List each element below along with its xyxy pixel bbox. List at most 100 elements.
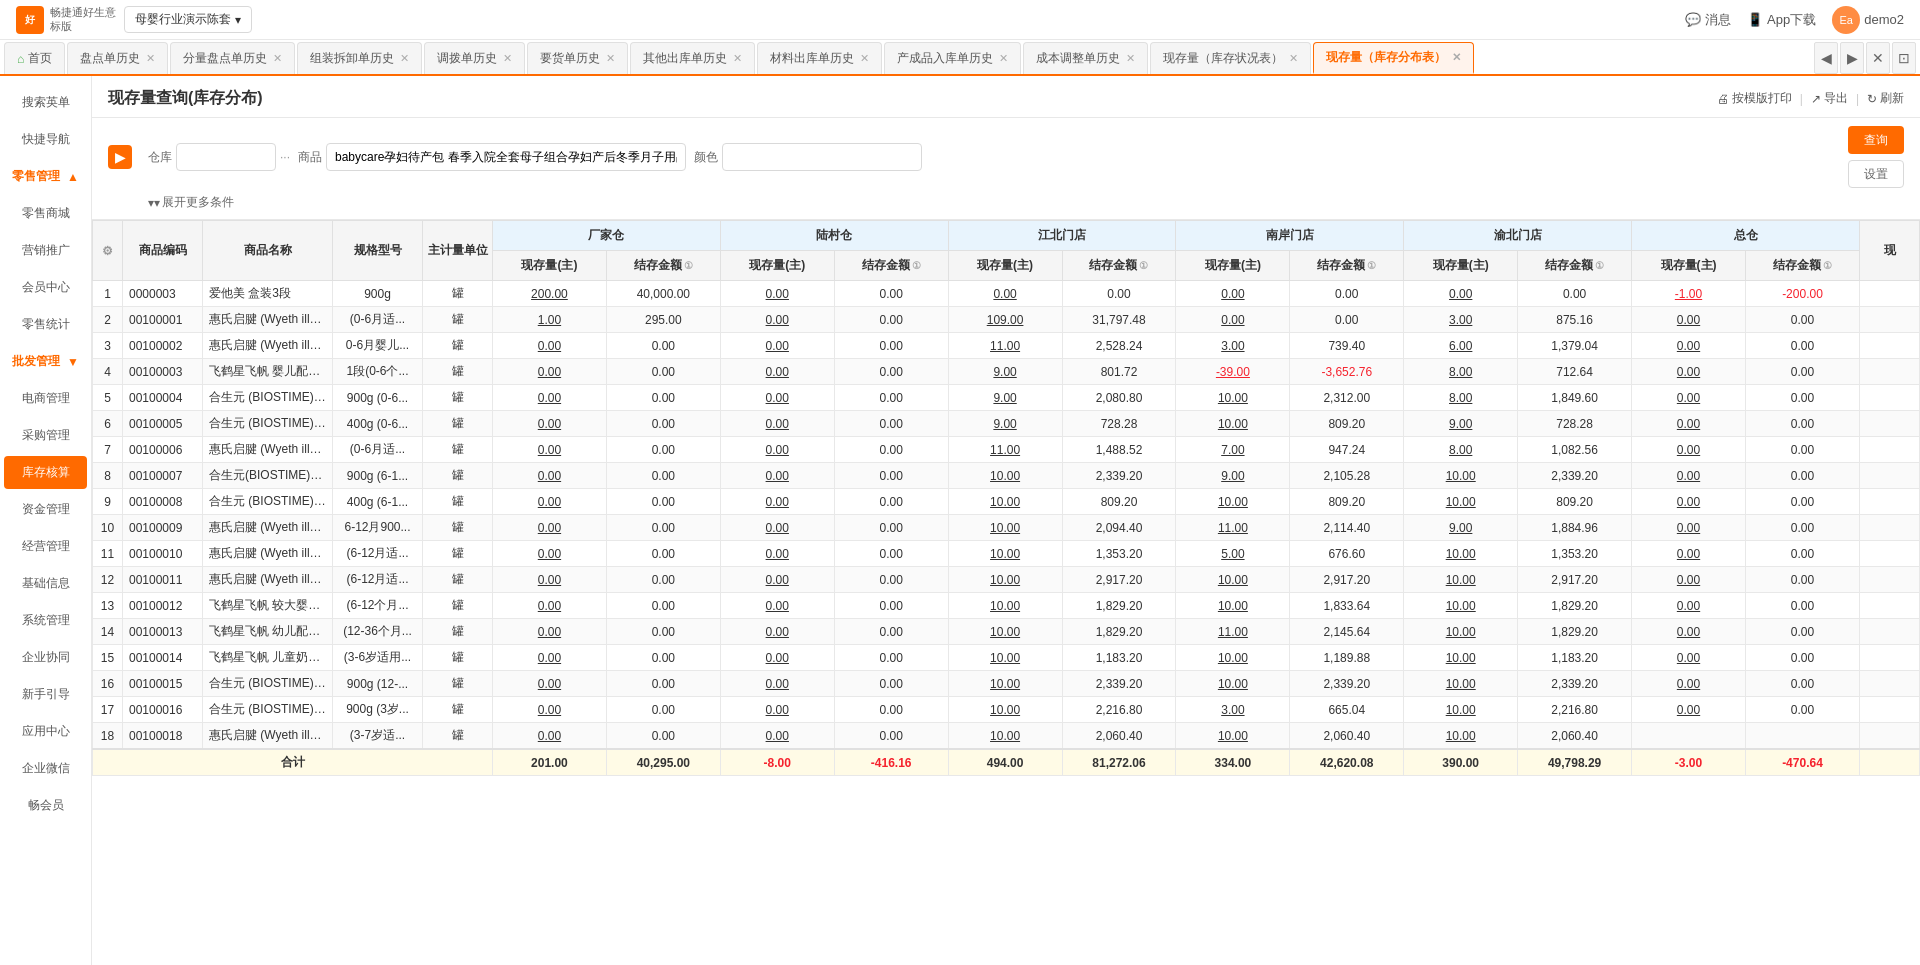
- sidebar-item-nav[interactable]: 快捷导航: [4, 123, 87, 156]
- cell-curr-qty: [1860, 385, 1920, 411]
- info-icon[interactable]: ①: [1823, 260, 1832, 271]
- print-icon: 🖨: [1717, 92, 1729, 106]
- sidebar-item-system[interactable]: 系统管理: [4, 604, 87, 637]
- cell-l-amt: 0.00: [834, 697, 948, 723]
- sidebar-item-base[interactable]: 基础信息: [4, 567, 87, 600]
- refresh-btn[interactable]: ↻ 刷新: [1867, 90, 1904, 107]
- close-icon[interactable]: ✕: [1289, 52, 1298, 65]
- tab-expand-btn[interactable]: ⊡: [1892, 42, 1916, 74]
- cell-yb-amt: 728.28: [1518, 411, 1632, 437]
- cell-name: 合生元 (BIOSTIME) ...: [203, 671, 333, 697]
- warehouse-dots[interactable]: ···: [280, 150, 290, 164]
- sidebar-item-wholesale-mgmt[interactable]: 批发管理▼: [4, 345, 87, 378]
- cell-yb-qty: 8.00: [1404, 385, 1518, 411]
- tab-stock-status[interactable]: 现存量（库存状况表） ✕: [1150, 42, 1311, 74]
- cell-name: 合生元 (BIOSTIME) ...: [203, 697, 333, 723]
- close-icon[interactable]: ✕: [999, 52, 1008, 65]
- info-icon[interactable]: ①: [684, 260, 693, 271]
- sidebar-item-search[interactable]: 搜索英单: [4, 86, 87, 119]
- cell-spec: (12-36个月...: [333, 619, 423, 645]
- warehouse-label: 仓库: [148, 149, 172, 166]
- message-btn[interactable]: 💬 消息: [1685, 11, 1731, 29]
- sidebar-item-stock[interactable]: 库存核算: [4, 456, 87, 489]
- cell-spec: 900g: [333, 281, 423, 307]
- close-icon[interactable]: ✕: [400, 52, 409, 65]
- cell-l-amt: 0.00: [834, 411, 948, 437]
- export-btn[interactable]: ↗ 导出: [1811, 90, 1848, 107]
- tab-assembly[interactable]: 组装拆卸单历史 ✕: [297, 42, 422, 74]
- info-icon[interactable]: ①: [1595, 260, 1604, 271]
- cell-spec: (6-12月适...: [333, 567, 423, 593]
- close-icon[interactable]: ✕: [1452, 51, 1461, 64]
- tab-material-out[interactable]: 材料出库单历史 ✕: [757, 42, 882, 74]
- setting-button[interactable]: 设置: [1848, 160, 1904, 188]
- user-area[interactable]: Ea demo2: [1832, 6, 1904, 34]
- gear-icon[interactable]: ⚙: [102, 244, 113, 258]
- close-icon[interactable]: ✕: [146, 52, 155, 65]
- cell-curr-qty: [1860, 437, 1920, 463]
- tab-other-out[interactable]: 其他出库单历史 ✕: [630, 42, 755, 74]
- cell-no: 15: [93, 645, 123, 671]
- data-table: ⚙ 商品编码 商品名称 规格型号 主计量单位 厂家仓 陆村仓 江北门店 南岸门店…: [92, 220, 1920, 776]
- query-button[interactable]: 查询: [1848, 126, 1904, 154]
- expand-more-btn[interactable]: ▾▾ 展开更多条件: [148, 194, 234, 211]
- sidebar-item-retail-stats[interactable]: 零售统计: [4, 308, 87, 341]
- tab-next-btn[interactable]: ▶: [1840, 42, 1864, 74]
- sidebar-item-retail-mgmt[interactable]: 零售管理▲: [4, 160, 87, 193]
- sidebar-item-newbie[interactable]: 新手引导: [4, 678, 87, 711]
- sidebar-item-member2[interactable]: 畅会员: [4, 789, 87, 822]
- cell-jb-qty: 10.00: [948, 619, 1062, 645]
- sidebar-item-appcenter[interactable]: 应用中心: [4, 715, 87, 748]
- sidebar-item-marketing[interactable]: 营销推广: [4, 234, 87, 267]
- table-row: 17 00100016 合生元 (BIOSTIME) ... 900g (3岁.…: [93, 697, 1920, 723]
- table-row: 6 00100005 合生元 (BIOSTIME) ... 400g (0-6.…: [93, 411, 1920, 437]
- app-download-btn[interactable]: 📱 App下载: [1747, 11, 1816, 29]
- cell-unit: 罐: [423, 437, 493, 463]
- tab-stocktake[interactable]: 盘点单历史 ✕: [67, 42, 168, 74]
- expand-toggle-btn[interactable]: ▶: [108, 145, 132, 169]
- tab-requisition[interactable]: 要货单历史 ✕: [527, 42, 628, 74]
- cell-na-qty: 7.00: [1176, 437, 1290, 463]
- top-bar-right: 💬 消息 📱 App下载 Ea demo2: [1685, 6, 1904, 34]
- tab-bar: ⌂ 首页 盘点单历史 ✕ 分量盘点单历史 ✕ 组装拆卸单历史 ✕ 调拨单历史 ✕…: [0, 40, 1920, 76]
- close-icon[interactable]: ✕: [606, 52, 615, 65]
- cell-no: 3: [93, 333, 123, 359]
- cell-code: 0000003: [123, 281, 203, 307]
- data-table-container[interactable]: ⚙ 商品编码 商品名称 规格型号 主计量单位 厂家仓 陆村仓 江北门店 南岸门店…: [92, 220, 1920, 965]
- info-icon[interactable]: ①: [912, 260, 921, 271]
- product-input[interactable]: [326, 143, 686, 171]
- tab-product-in[interactable]: 产成品入库单历史 ✕: [884, 42, 1021, 74]
- tab-cost-adjust[interactable]: 成本调整单历史 ✕: [1023, 42, 1148, 74]
- tab-close-all-btn[interactable]: ✕: [1866, 42, 1890, 74]
- cell-f-amt: 40,000.00: [606, 281, 720, 307]
- cell-na-qty: 11.00: [1176, 619, 1290, 645]
- tab-transfer[interactable]: 调拨单历史 ✕: [424, 42, 525, 74]
- close-icon[interactable]: ✕: [503, 52, 512, 65]
- cell-unit: 罐: [423, 619, 493, 645]
- sidebar-item-finance[interactable]: 资金管理: [4, 493, 87, 526]
- tab-stock-dist[interactable]: 现存量（库存分布表） ✕: [1313, 42, 1474, 74]
- color-input[interactable]: [722, 143, 922, 171]
- close-icon[interactable]: ✕: [1126, 52, 1135, 65]
- warehouse-input[interactable]: [176, 143, 276, 171]
- sidebar-item-corp[interactable]: 企业协同: [4, 641, 87, 674]
- tab-home[interactable]: ⌂ 首页: [4, 42, 65, 74]
- module-selector[interactable]: 母婴行业演示陈套 ▾: [124, 6, 252, 33]
- info-icon[interactable]: ①: [1367, 260, 1376, 271]
- tab-prev-btn[interactable]: ◀: [1814, 42, 1838, 74]
- info-icon[interactable]: ①: [1139, 260, 1148, 271]
- cell-total-amt: 0.00: [1745, 411, 1859, 437]
- print-btn[interactable]: 🖨 按模版打印: [1717, 90, 1792, 107]
- close-icon[interactable]: ✕: [273, 52, 282, 65]
- sidebar-item-ops[interactable]: 经营管理: [4, 530, 87, 563]
- close-icon[interactable]: ✕: [860, 52, 869, 65]
- sidebar-item-retail-shop[interactable]: 零售商城: [4, 197, 87, 230]
- sidebar-item-member[interactable]: 会员中心: [4, 271, 87, 304]
- sidebar-item-ecommerce[interactable]: 电商管理: [4, 382, 87, 415]
- cell-f-qty: 0.00: [493, 437, 607, 463]
- tab-splitstock[interactable]: 分量盘点单历史 ✕: [170, 42, 295, 74]
- sidebar-item-purchase[interactable]: 采购管理: [4, 419, 87, 452]
- close-icon[interactable]: ✕: [733, 52, 742, 65]
- cell-yb-amt: 1,183.20: [1518, 645, 1632, 671]
- sidebar-item-wechat[interactable]: 企业微信: [4, 752, 87, 785]
